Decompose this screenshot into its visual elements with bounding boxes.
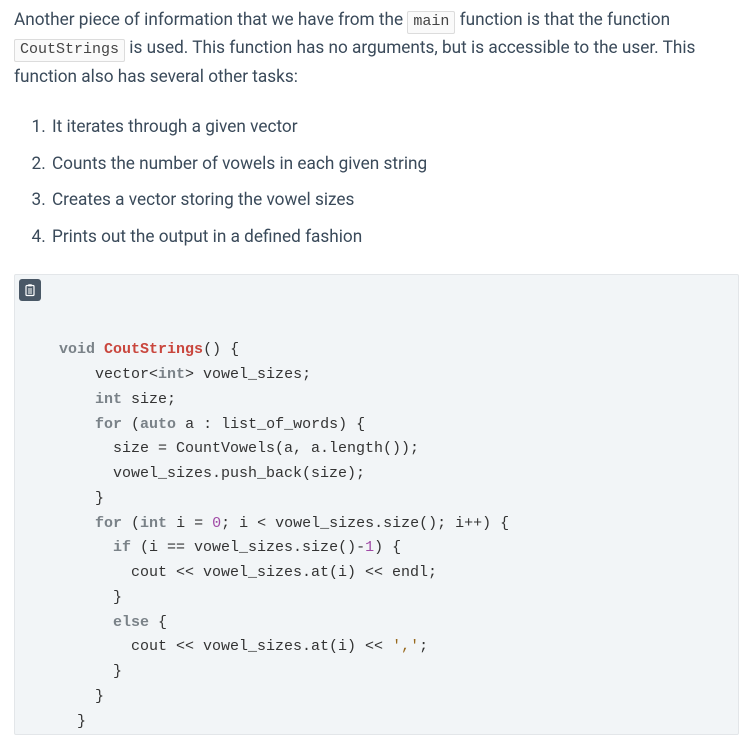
code-l8c: ; i < vowel_sizes.size(); i++) { — [221, 515, 509, 532]
intro-paragraph: Another piece of information that we hav… — [14, 6, 739, 91]
code-l13b: ; — [419, 638, 428, 655]
clipboard-icon — [19, 279, 41, 301]
code-l13a: cout << vowel_sizes.at(i) << — [59, 638, 392, 655]
code-l9-one: 1 — [365, 539, 374, 556]
code-l6: vowel_sizes.push_back(size); — [59, 465, 365, 482]
code-fn-name: CoutStrings — [104, 341, 203, 358]
clipboard-svg — [23, 283, 37, 297]
code-l8-for: for — [95, 515, 122, 532]
code-l4-for: for — [95, 416, 122, 433]
task-item-4: Prints out the output in a defined fashi… — [50, 219, 739, 256]
code-l8b: i = — [167, 515, 212, 532]
code-kw-void: void — [59, 341, 95, 358]
task-item-2: Counts the number of vowels in each give… — [50, 146, 739, 183]
task-item-1: It iterates through a given vector — [50, 109, 739, 146]
code-l1-rest: () { — [203, 341, 239, 358]
code-l2a: vector< — [59, 366, 158, 383]
code-l11: } — [59, 589, 122, 606]
code-l9b: ) { — [374, 539, 401, 556]
task-item-3: Creates a vector storing the vowel sizes — [50, 182, 739, 219]
code-l5: size = CountVowels(a, a.length()); — [59, 440, 419, 457]
code-l12-rest: { — [149, 614, 167, 631]
code-l2-int: int — [158, 366, 185, 383]
code-l4a: ( — [122, 416, 140, 433]
code-l10: cout << vowel_sizes.at(i) << endl; — [59, 564, 437, 581]
code-l8-int: int — [140, 515, 167, 532]
code-l16: } — [59, 713, 86, 730]
code-block: void CoutStrings() { vector<int> vowel_s… — [14, 274, 739, 735]
code-l7: } — [59, 490, 104, 507]
code-l4-auto: auto — [140, 416, 176, 433]
code-l3-rest: size; — [122, 391, 176, 408]
code-l15: } — [59, 688, 104, 705]
tasks-list: It iterates through a given vector Count… — [14, 109, 739, 256]
code-l9-if: if — [113, 539, 131, 556]
intro-text-a: Another piece of information that we hav… — [14, 10, 407, 30]
inline-code-main: main — [407, 11, 455, 34]
code-l4b: a : list_of_words) { — [176, 416, 365, 433]
code-l12-else: else — [113, 614, 149, 631]
code-l8a: ( — [122, 515, 140, 532]
code-l3-kw: int — [95, 391, 122, 408]
inline-code-coutstrings: CoutStrings — [14, 39, 125, 62]
code-l13-str: ',' — [392, 638, 419, 655]
code-l9a: (i == vowel_sizes.size()- — [131, 539, 365, 556]
code-l8-zero: 0 — [212, 515, 221, 532]
code-l2b: > vowel_sizes; — [185, 366, 311, 383]
intro-text-b: function is that the function — [455, 10, 670, 30]
